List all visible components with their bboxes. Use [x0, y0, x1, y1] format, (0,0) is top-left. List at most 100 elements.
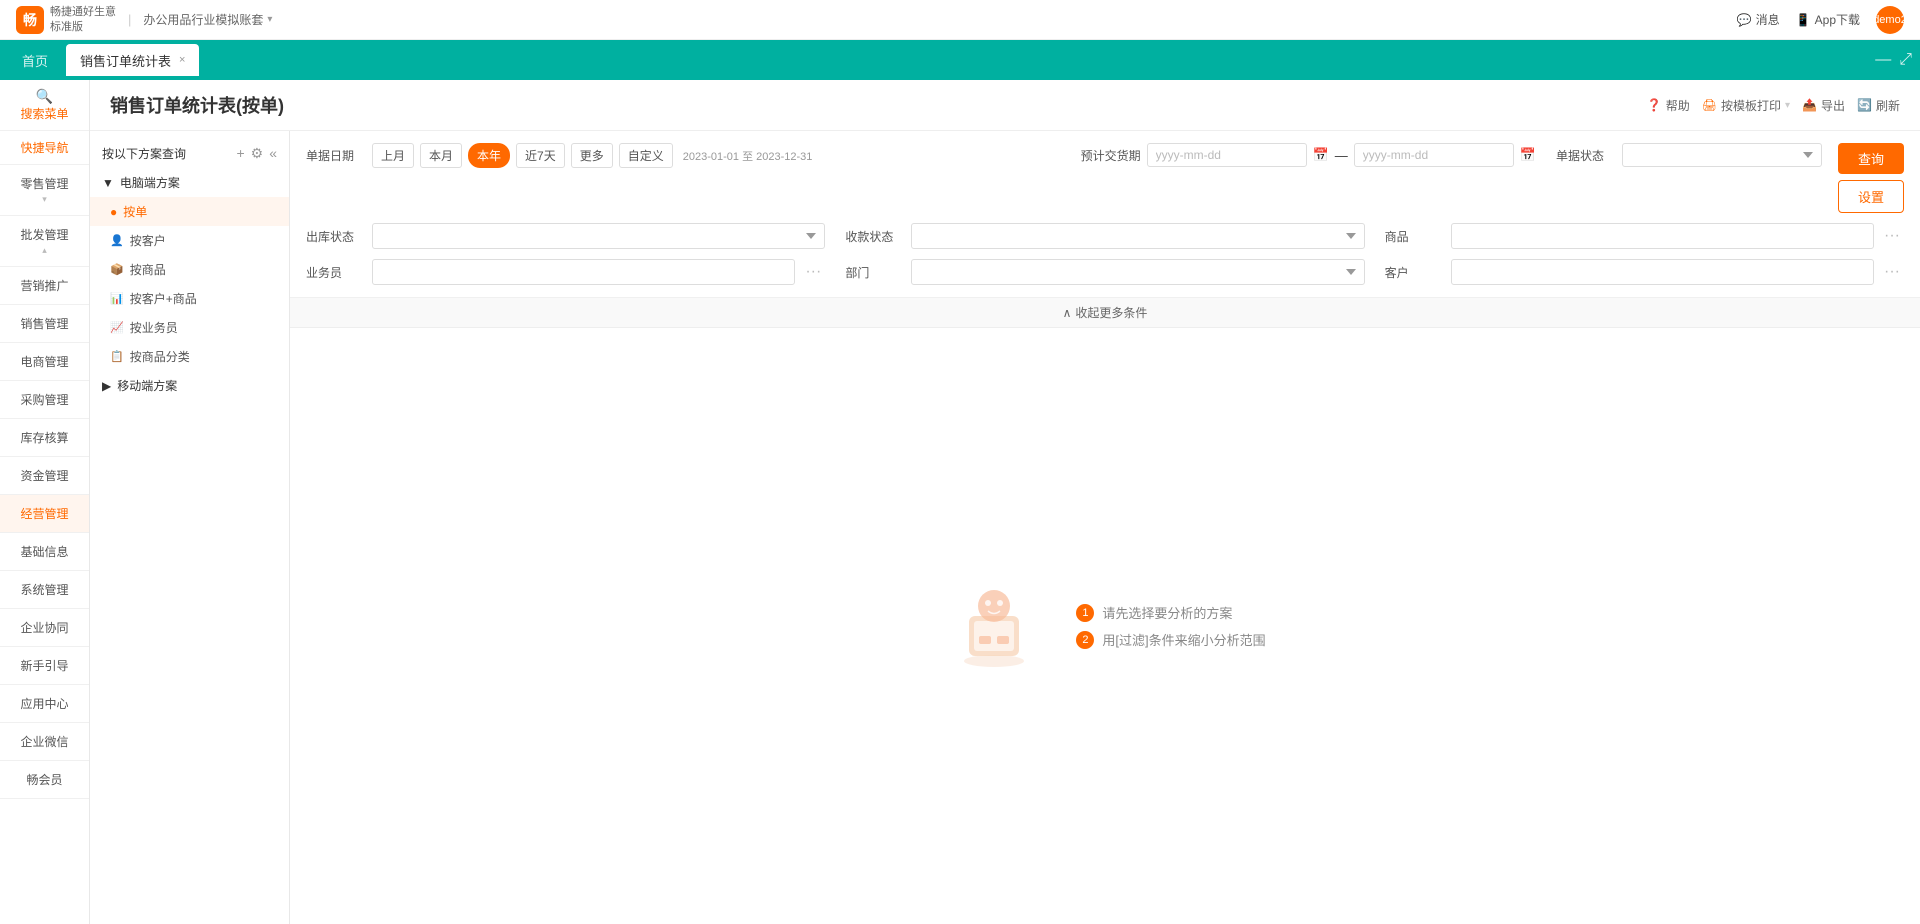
export-btn[interactable]: 📤 导出 — [1802, 97, 1845, 114]
logo-icon: 畅 — [16, 6, 44, 34]
settings-button[interactable]: 设置 — [1838, 180, 1904, 213]
department-select[interactable] — [911, 259, 1364, 285]
breadcrumb-dropdown-icon[interactable]: ▾ — [267, 14, 272, 25]
tip-2-num: 2 — [1076, 631, 1094, 649]
sidebar-item-basic[interactable]: 基础信息 — [0, 533, 89, 571]
message-icon: 💬 — [1737, 13, 1752, 27]
tab-home[interactable]: 首页 — [8, 44, 62, 76]
tree-collapsed-icon: ▶ — [102, 379, 111, 393]
print-icon: 🖨 — [1702, 98, 1717, 112]
collapse-icon: ∧ — [1063, 306, 1072, 320]
goods-input[interactable] — [1451, 223, 1874, 249]
scheme-by-product-category[interactable]: 📋 按商品分类 — [90, 342, 289, 371]
avatar[interactable]: demo2 — [1876, 6, 1904, 34]
product-category-icon: 📋 — [110, 350, 124, 363]
scheme-by-salesperson[interactable]: 📈 按业务员 — [90, 313, 289, 342]
calendar-from-icon[interactable]: 📅 — [1313, 147, 1329, 163]
collapse-panel-btn[interactable]: « — [269, 145, 277, 162]
salesperson-icon: 📈 — [110, 321, 124, 334]
tab-sales-order-stats[interactable]: 销售订单统计表 × — [66, 44, 199, 76]
right-panel: 单据日期 上月 本月 本年 近7天 更多 自定义 2023-01-01 至 20… — [290, 131, 1920, 924]
panel-toolbar: + ⚙ « — [236, 145, 277, 162]
help-icon: ❓ — [1647, 98, 1662, 112]
customer-input[interactable] — [1451, 259, 1874, 285]
sidebar-item-purchase[interactable]: 采购管理 — [0, 381, 89, 419]
salesperson-more-icon[interactable]: ··· — [801, 263, 825, 281]
empty-tips: 1 请先选择要分析的方案 2 用[过滤]条件来缩小分析范围 — [1076, 603, 1265, 649]
receipt-status-select[interactable] — [911, 223, 1364, 249]
scheme-by-order[interactable]: ● 按单 — [90, 197, 289, 226]
sidebar-item-ecommerce[interactable]: 电商管理 — [0, 343, 89, 381]
sidebar-item-sales[interactable]: 销售管理 — [0, 305, 89, 343]
logo-text: 畅捷通好生意 标准版 — [50, 5, 116, 34]
expected-date-to-input[interactable] — [1354, 143, 1514, 167]
sidebar-item-newuser[interactable]: 新手引导 — [0, 647, 89, 685]
bill-status-select[interactable] — [1622, 143, 1822, 167]
breadcrumb-sep: | — [128, 12, 131, 27]
sidebar-search[interactable]: 🔍 搜索菜单 — [0, 80, 89, 131]
chevron-up-icon: ▴ — [42, 245, 47, 256]
sidebar-item-inventory[interactable]: 库存核算 — [0, 419, 89, 457]
date-range-display: 2023-01-01 至 2023-12-31 — [683, 148, 813, 164]
sidebar-quick-nav[interactable]: 快捷导航 — [0, 131, 89, 165]
calendar-to-icon[interactable]: 📅 — [1520, 147, 1536, 163]
sidebar-item-retail[interactable]: 零售管理 ▾ — [0, 165, 89, 216]
sidebar-item-wholesale[interactable]: 批发管理 ▴ — [0, 216, 89, 267]
settings-scheme-btn[interactable]: ⚙ — [251, 145, 264, 162]
sidebar-item-corpwechat[interactable]: 企业微信 — [0, 723, 89, 761]
top-bar-right: 💬 消息 📱 App下载 demo2 — [1737, 6, 1904, 34]
template-print-btn[interactable]: 🖨 按模板打印 ▾ — [1702, 97, 1790, 114]
main-layout: 🔍 搜索菜单 快捷导航 零售管理 ▾ 批发管理 ▴ 营销推广 销售管理 电商管理… — [0, 80, 1920, 924]
salesperson-input[interactable] — [372, 259, 795, 285]
help-btn[interactable]: ❓ 帮助 — [1647, 97, 1690, 114]
breadcrumb[interactable]: 办公用品行业模拟账套 ▾ — [143, 11, 272, 28]
sidebar-item-operations[interactable]: 经营管理 — [0, 495, 89, 533]
tree-expand-icon: ▼ — [102, 176, 114, 190]
app-download-btn[interactable]: 📱 App下载 — [1796, 11, 1860, 28]
sidebar: 🔍 搜索菜单 快捷导航 零售管理 ▾ 批发管理 ▴ 营销推广 销售管理 电商管理… — [0, 80, 90, 924]
this-year-btn[interactable]: 本年 — [468, 143, 510, 168]
delivery-status-label: 出库状态 — [306, 228, 366, 245]
tab-maximize-icon[interactable]: ⤢ — [1899, 51, 1912, 69]
refresh-btn[interactable]: 🔄 刷新 — [1857, 97, 1900, 114]
scheme-icon: ● — [110, 205, 117, 219]
export-icon: 📤 — [1802, 98, 1817, 112]
page-title: 销售订单统计表(按单) — [110, 92, 284, 130]
sidebar-item-finance[interactable]: 资金管理 — [0, 457, 89, 495]
chevron-down-icon: ▾ — [42, 194, 47, 205]
last-month-btn[interactable]: 上月 — [372, 143, 414, 168]
customer-more-icon[interactable]: ··· — [1880, 263, 1904, 281]
tip-1-num: 1 — [1076, 604, 1094, 622]
last7days-btn[interactable]: 近7天 — [516, 143, 565, 168]
sidebar-item-marketing[interactable]: 营销推广 — [0, 267, 89, 305]
custom-date-btn[interactable]: 自定义 — [619, 143, 673, 168]
sidebar-item-appcenter[interactable]: 应用中心 — [0, 685, 89, 723]
sidebar-item-enterprise[interactable]: 企业协同 — [0, 609, 89, 647]
top-bar-left: 畅 畅捷通好生意 标准版 | 办公用品行业模拟账套 ▾ — [16, 5, 272, 34]
message-btn[interactable]: 💬 消息 — [1737, 11, 1780, 28]
goods-more-icon[interactable]: ··· — [1880, 227, 1904, 245]
this-month-btn[interactable]: 本月 — [420, 143, 462, 168]
tab-minimize-icon[interactable]: — — [1875, 51, 1891, 69]
pc-section[interactable]: ▼ 电脑端方案 — [90, 168, 289, 197]
delivery-status-select[interactable] — [372, 223, 825, 249]
scheme-by-customer[interactable]: 👤 按客户 — [90, 226, 289, 255]
expected-date-from-input[interactable] — [1147, 143, 1307, 167]
scheme-by-customer-product[interactable]: 📊 按客户+商品 — [90, 284, 289, 313]
more-date-btn[interactable]: 更多 — [571, 143, 613, 168]
collapse-bar[interactable]: ∧ 收起更多条件 — [290, 298, 1920, 328]
template-print-arrow-icon: ▾ — [1785, 100, 1790, 111]
sidebar-item-system[interactable]: 系统管理 — [0, 571, 89, 609]
tab-close-icon[interactable]: × — [179, 54, 185, 66]
sidebar-item-member[interactable]: 畅会员 — [0, 761, 89, 799]
customer-label: 客户 — [1385, 264, 1445, 281]
top-bar: 畅 畅捷通好生意 标准版 | 办公用品行业模拟账套 ▾ 💬 消息 📱 App下载… — [0, 0, 1920, 40]
mobile-section[interactable]: ▶ 移动端方案 — [90, 371, 289, 400]
add-scheme-btn[interactable]: + — [236, 145, 244, 162]
filter-section: 单据日期 上月 本月 本年 近7天 更多 自定义 2023-01-01 至 20… — [290, 131, 1920, 298]
header-actions: ❓ 帮助 🖨 按模板打印 ▾ 📤 导出 🔄 刷新 — [1647, 97, 1900, 126]
query-button[interactable]: 查询 — [1838, 143, 1904, 174]
tab-bar: 首页 销售订单统计表 × — ⤢ — [0, 40, 1920, 80]
expected-date-label: 预计交货期 — [1081, 147, 1141, 164]
scheme-by-product[interactable]: 📦 按商品 — [90, 255, 289, 284]
